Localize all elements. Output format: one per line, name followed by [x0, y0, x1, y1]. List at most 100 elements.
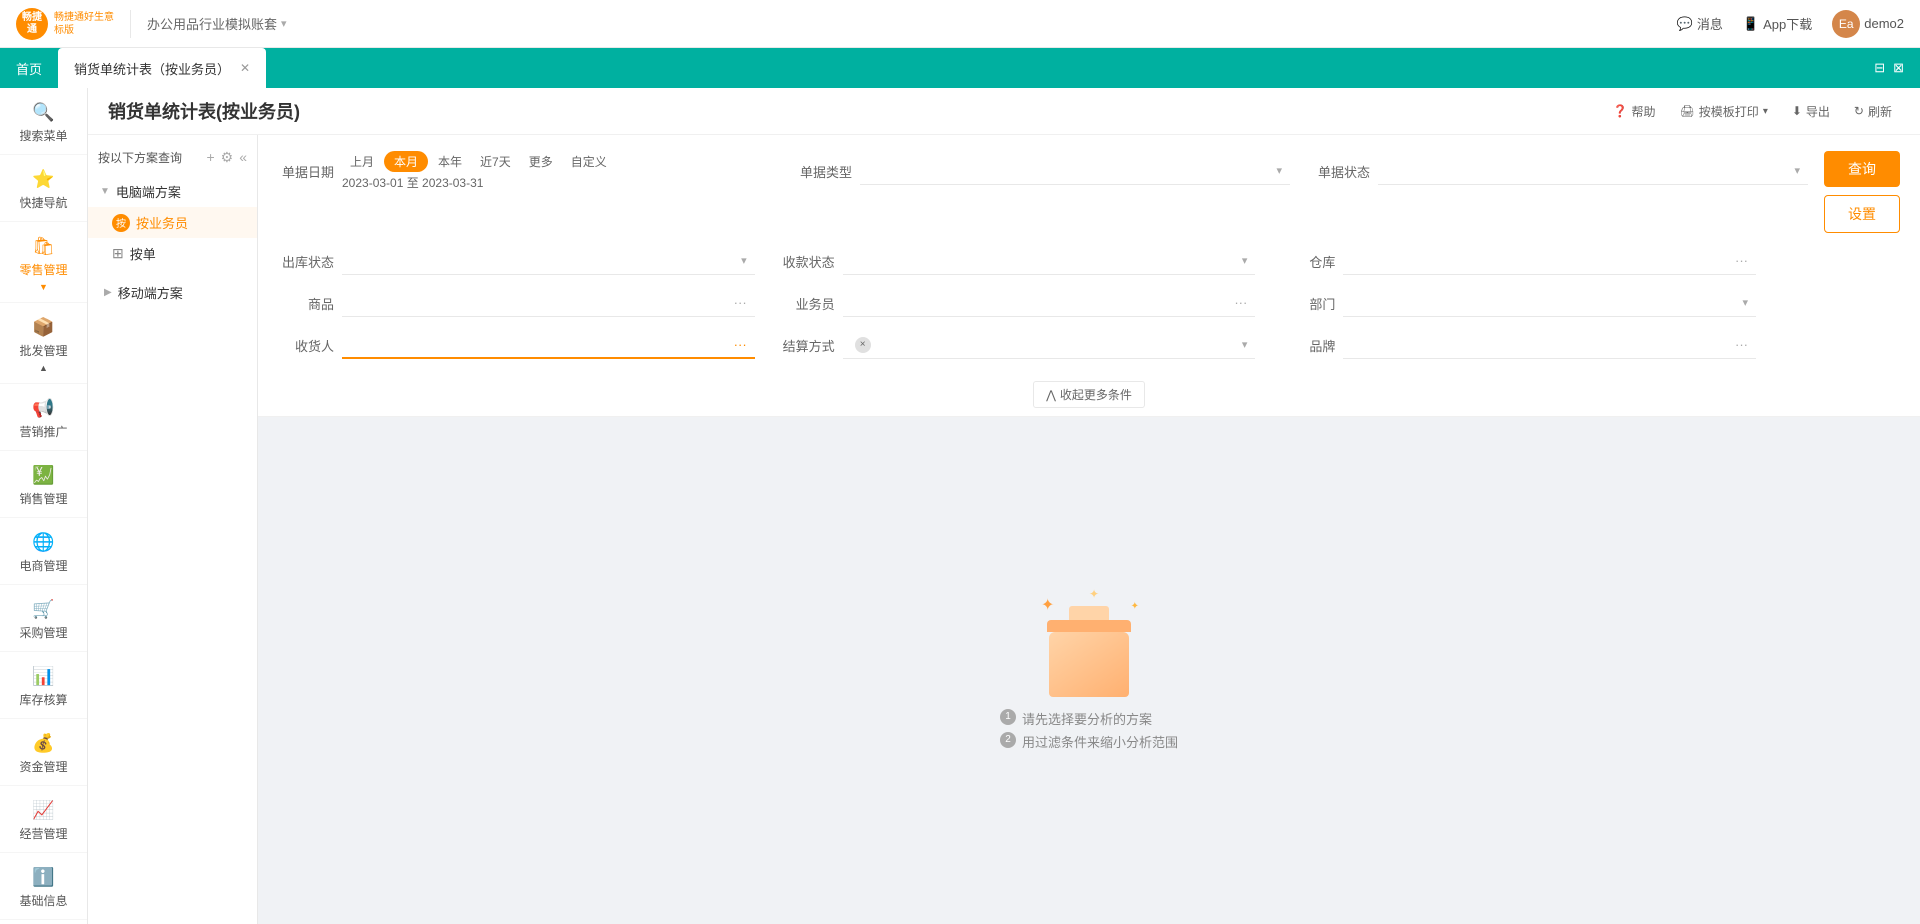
- salesperson-select[interactable]: ···: [843, 289, 1256, 317]
- message-button[interactable]: 💬 消息: [1677, 14, 1723, 33]
- action-buttons: 查询 设置: [1824, 151, 1900, 233]
- sidebar-item-sales[interactable]: 💹 销售管理: [0, 451, 87, 518]
- sidebar-item-marketing[interactable]: 📢 营销推广: [0, 384, 87, 451]
- collapse-button[interactable]: ⋀ 收起更多条件: [1033, 381, 1145, 408]
- date-btn-7days[interactable]: 近7天: [472, 151, 519, 172]
- app-download-button[interactable]: 📱 App下载: [1743, 14, 1812, 33]
- receipt-status-filter: 收款状态 ▾: [779, 247, 1256, 275]
- date-btn-this-year[interactable]: 本年: [430, 151, 470, 172]
- doc-type-label: 单据类型: [796, 162, 852, 181]
- goods-select[interactable]: ···: [342, 289, 755, 317]
- minimize-icon[interactable]: ⊟: [1874, 60, 1885, 76]
- left-panel-header: 按以下方案查询 + ⚙ «: [88, 143, 257, 172]
- tab-home-label: 首页: [16, 59, 42, 78]
- row2-spacer: [1780, 247, 1900, 275]
- date-btn-this-month[interactable]: 本月: [384, 151, 428, 172]
- sparkle-2: ✦: [1089, 587, 1099, 601]
- dept-label: 部门: [1279, 294, 1335, 313]
- logo-area: 畅捷通 畅捷通好生意 标版: [16, 8, 114, 40]
- purchase-icon: 🛒: [32, 599, 54, 620]
- sidebar-retail-label: 零售管理: [19, 261, 67, 278]
- date-btn-last-month[interactable]: 上月: [342, 151, 382, 172]
- shortcut-icon: ⭐: [32, 169, 54, 190]
- settlement-select[interactable]: × ▾: [843, 331, 1256, 359]
- print-icon: 🖨: [1680, 104, 1695, 118]
- print-button[interactable]: 🖨 按模板打印 ▾: [1672, 99, 1776, 124]
- hint-num-2: 2: [1000, 732, 1016, 748]
- doc-status-select[interactable]: ▾: [1378, 157, 1808, 185]
- help-button[interactable]: ❓ 帮助: [1605, 99, 1664, 124]
- goods-label: 商品: [278, 294, 334, 313]
- date-btn-custom[interactable]: 自定义: [563, 151, 615, 172]
- topbar-title[interactable]: 办公用品行业模拟账套 ▾: [147, 14, 287, 33]
- recipient-ellipsis: ···: [734, 337, 747, 352]
- ecommerce-icon: 🌐: [32, 532, 54, 553]
- filter-row-2: 出库状态 ▾ 收款状态 ▾: [278, 247, 1900, 275]
- filter-area: 单据日期 上月 本月 本年 近7天 更多 自定义: [258, 135, 1920, 417]
- sidebar-item-basic[interactable]: ℹ️ 基础信息: [0, 853, 87, 920]
- scheme-settings-icon[interactable]: ⚙: [221, 149, 234, 166]
- sidebar-item-ecommerce[interactable]: 🌐 电商管理: [0, 518, 87, 585]
- help-icon: ❓: [1613, 104, 1628, 118]
- tab-close-icon[interactable]: ✕: [240, 61, 250, 75]
- main-layout: 🔍 搜索菜单 ⭐ 快捷导航 🛍 零售管理 ▼ 📦 批发管理 ▲ 📢 营销推广 💹…: [0, 88, 1920, 924]
- doc-type-select[interactable]: ▾: [860, 157, 1290, 185]
- user-avatar-area[interactable]: Ea demo2: [1832, 10, 1904, 38]
- settlement-clear-icon[interactable]: ×: [855, 337, 871, 353]
- sidebar-item-search[interactable]: 🔍 搜索菜单: [0, 88, 87, 155]
- warehouse-select[interactable]: ···: [1343, 247, 1756, 275]
- tree-parent-mobile-label: 移动端方案: [118, 283, 183, 302]
- date-btn-more[interactable]: 更多: [521, 151, 561, 172]
- tree-group-mobile: ▶ 移动端方案: [88, 273, 257, 312]
- tab-sales-stats[interactable]: 销货单统计表（按业务员） ✕: [58, 48, 266, 88]
- page-actions: ❓ 帮助 🖨 按模板打印 ▾ ⬇ 导出 ↻ 刷新: [1605, 99, 1900, 124]
- sidebar-item-inventory[interactable]: 📊 库存核算: [0, 652, 87, 719]
- filter-row-3: 商品 ··· 业务员 ···: [278, 289, 1900, 317]
- doc-status-label: 单据状态: [1314, 162, 1370, 181]
- refresh-button[interactable]: ↻ 刷新: [1846, 99, 1900, 124]
- tree-collapse-icon: ▶: [104, 287, 112, 298]
- sidebar-item-wholesale[interactable]: 📦 批发管理 ▲: [0, 303, 87, 384]
- recipient-select[interactable]: ···: [342, 331, 755, 359]
- out-status-filter: 出库状态 ▾: [278, 247, 755, 275]
- tree-child-order-label: 按单: [130, 244, 156, 263]
- tree-child-by-order[interactable]: ⊞ 按单: [88, 238, 257, 269]
- sidebar-item-purchase[interactable]: 🛒 采购管理: [0, 585, 87, 652]
- refresh-icon: ↻: [1854, 104, 1864, 118]
- dept-select[interactable]: ▾: [1343, 289, 1756, 317]
- collapse-panel-icon[interactable]: «: [239, 149, 247, 166]
- tree-child-by-salesperson[interactable]: 按 按业务员: [88, 207, 257, 238]
- date-buttons: 上月 本月 本年 近7天 更多 自定义: [342, 151, 772, 172]
- sidebar-item-operation[interactable]: 📈 经营管理: [0, 786, 87, 853]
- sidebar-item-finance[interactable]: 💰 资金管理: [0, 719, 87, 786]
- tree-parent-mobile[interactable]: ▶ 移动端方案: [88, 277, 257, 308]
- row3-spacer: [1780, 289, 1900, 317]
- wholesale-icon: 📦: [32, 317, 54, 338]
- sidebar-item-retail[interactable]: 🛍 零售管理 ▼: [0, 222, 87, 303]
- export-button[interactable]: ⬇ 导出: [1784, 99, 1838, 124]
- operation-icon: 📈: [32, 800, 54, 821]
- wholesale-arrow-icon: ▲: [39, 363, 48, 373]
- brand-ellipsis: ···: [1735, 337, 1748, 352]
- search-icon: 🔍: [32, 102, 54, 123]
- sidebar-item-system[interactable]: ⚙️ 系统管理: [0, 920, 87, 924]
- out-status-select[interactable]: ▾: [342, 247, 755, 275]
- add-scheme-icon[interactable]: +: [206, 149, 214, 166]
- topbar-dropdown-icon[interactable]: ▾: [281, 17, 287, 30]
- tree-parent-desktop[interactable]: ▼ 电脑端方案: [88, 176, 257, 207]
- settings-button[interactable]: 设置: [1824, 195, 1900, 233]
- tree-parent-label: 电脑端方案: [116, 182, 181, 201]
- warehouse-ellipsis: ···: [1735, 253, 1748, 268]
- dept-arrow-icon: ▾: [1742, 296, 1748, 309]
- hint-text-2: 用过滤条件来缩小分析范围: [1022, 732, 1178, 751]
- goods-ellipsis: ···: [734, 295, 747, 310]
- query-button[interactable]: 查询: [1824, 151, 1900, 187]
- receipt-status-select[interactable]: ▾: [843, 247, 1256, 275]
- tab-home[interactable]: 首页: [0, 48, 58, 88]
- sales-icon: 💹: [32, 465, 54, 486]
- sidebar-item-shortcut[interactable]: ⭐ 快捷导航: [0, 155, 87, 222]
- maximize-icon[interactable]: ⊠: [1893, 60, 1904, 76]
- brand-select[interactable]: ···: [1343, 331, 1756, 359]
- finance-icon: 💰: [32, 733, 54, 754]
- brand-filter: 品牌 ···: [1279, 331, 1756, 359]
